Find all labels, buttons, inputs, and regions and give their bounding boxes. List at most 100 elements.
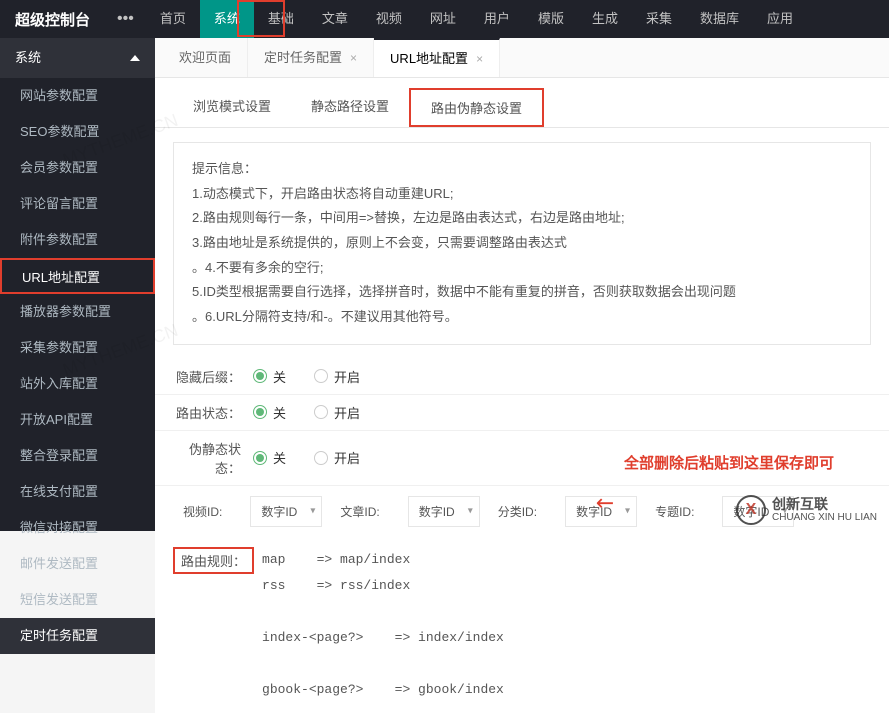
subtabs: 浏览模式设置 静态路径设置 路由伪静态设置 xyxy=(155,78,889,128)
subtab-browse-mode[interactable]: 浏览模式设置 xyxy=(173,88,291,127)
more-dots-icon[interactable]: ••• xyxy=(105,10,146,28)
topnav-url[interactable]: 网址 xyxy=(416,0,470,38)
radio-label: 关 xyxy=(273,448,286,467)
topnav-collect[interactable]: 采集 xyxy=(632,0,686,38)
sidebar-item-email[interactable]: 邮件发送配置 xyxy=(0,546,155,582)
caret-down-icon: ▾ xyxy=(625,506,630,517)
id-label-article: 文章ID: xyxy=(330,497,403,526)
topnav-template[interactable]: 模版 xyxy=(524,0,578,38)
radio-icon xyxy=(253,451,267,465)
sidebar-header[interactable]: 系统 xyxy=(0,38,155,78)
info-line: 3.路由地址是系统提供的，原则上不会变，只需要调整路由表达式 xyxy=(192,231,852,256)
tab-cron-config[interactable]: 定时任务配置× xyxy=(248,38,374,77)
id-group-video: 视频ID: 数字ID▾ xyxy=(173,496,322,527)
info-line: 5.ID类型根据需要自行选择，选择拼音时，数据中不能有重复的拼音，否则获取数据会… xyxy=(192,280,852,305)
radio-icon xyxy=(314,405,328,419)
topbar: 超级控制台 ••• 首页 系统 基础 文章 视频 网址 用户 模版 生成 采集 … xyxy=(0,0,889,38)
label-route-state: 路由状态： xyxy=(173,403,253,422)
sidebar-item-site-params[interactable]: 网站参数配置 xyxy=(0,78,155,114)
sidebar-item-external[interactable]: 站外入库配置 xyxy=(0,366,155,402)
tab-label: URL地址配置 xyxy=(390,39,468,79)
info-title: 提示信息： xyxy=(192,157,852,182)
sidebar-item-player[interactable]: 播放器参数配置 xyxy=(0,294,155,330)
sidebar-item-payment[interactable]: 在线支付配置 xyxy=(0,474,155,510)
page-tabs: 欢迎页面 定时任务配置× URL地址配置× xyxy=(155,38,889,78)
label-hide-suffix: 隐藏后缀： xyxy=(173,367,253,386)
row-route-rules: 路由规则： map => map/index rss => rss/index … xyxy=(155,537,889,713)
radio-off[interactable]: 关 xyxy=(253,403,286,422)
topnav-generate[interactable]: 生成 xyxy=(578,0,632,38)
topnav-article[interactable]: 文章 xyxy=(308,0,362,38)
info-line: 1.动态模式下，开启路由状态将自动重建URL; xyxy=(192,182,852,207)
logo-icon: X xyxy=(736,495,766,525)
info-box: 提示信息： 1.动态模式下，开启路由状态将自动重建URL; 2.路由规则每行一条… xyxy=(173,142,871,345)
sidebar-item-seo[interactable]: SEO参数配置 xyxy=(0,114,155,150)
radio-group: 关 开启 xyxy=(253,367,360,386)
caret-down-icon: ▾ xyxy=(468,506,473,517)
radio-icon xyxy=(314,369,328,383)
topnav-app[interactable]: 应用 xyxy=(753,0,807,38)
topnav-home[interactable]: 首页 xyxy=(146,0,200,38)
sidebar-item-login[interactable]: 整合登录配置 xyxy=(0,438,155,474)
radio-label: 开启 xyxy=(334,448,360,467)
radio-label: 关 xyxy=(273,403,286,422)
info-line: 。4.不要有多余的空行; xyxy=(192,256,852,281)
close-icon[interactable]: × xyxy=(476,39,483,79)
sidebar-item-api[interactable]: 开放API配置 xyxy=(0,402,155,438)
subtab-static-path[interactable]: 静态路径设置 xyxy=(291,88,409,127)
id-select-video[interactable]: 数字ID▾ xyxy=(250,496,322,527)
logo-text: 创新互联 CHUANG XIN HU LIAN xyxy=(772,496,877,525)
radio-on[interactable]: 开启 xyxy=(314,448,360,467)
sidebar-item-attachment[interactable]: 附件参数配置 xyxy=(0,222,155,258)
info-line: 。6.URL分隔符支持/和-。不建议用其他符号。 xyxy=(192,305,852,330)
topnav-user[interactable]: 用户 xyxy=(470,0,524,38)
radio-label: 开启 xyxy=(334,367,360,386)
logo-name: 创新互联 xyxy=(772,496,877,513)
brand-title: 超级控制台 xyxy=(0,9,105,30)
highlight-box-topnav xyxy=(237,0,285,37)
caret-down-icon: ▾ xyxy=(310,506,315,517)
collapse-icon xyxy=(130,55,140,61)
sidebar-item-cron[interactable]: 定时任务配置 xyxy=(0,618,155,654)
subtab-route-pseudo[interactable]: 路由伪静态设置 xyxy=(409,88,544,127)
sidebar-item-wechat[interactable]: 微信对接配置 xyxy=(0,510,155,546)
content-panel: 浏览模式设置 静态路径设置 路由伪静态设置 提示信息： 1.动态模式下，开启路由… xyxy=(155,78,889,713)
sidebar-item-collect[interactable]: 采集参数配置 xyxy=(0,330,155,366)
row-hide-suffix: 隐藏后缀： 关 开启 xyxy=(155,359,889,395)
radio-group: 关 开启 xyxy=(253,448,360,467)
row-route-state: 路由状态： 关 开启 xyxy=(155,395,889,431)
radio-off[interactable]: 关 xyxy=(253,367,286,386)
id-label-topic: 专题ID: xyxy=(645,497,718,526)
radio-on[interactable]: 开启 xyxy=(314,403,360,422)
sidebar: 系统 网站参数配置 SEO参数配置 会员参数配置 评论留言配置 附件参数配置 U… xyxy=(0,38,155,531)
tab-label: 定时任务配置 xyxy=(264,38,342,78)
id-group-article: 文章ID: 数字ID▾ xyxy=(330,496,479,527)
annotation-text: 全部删除后粘贴到这里保存即可 xyxy=(624,452,834,473)
sidebar-item-url-config[interactable]: URL地址配置 xyxy=(0,258,155,294)
radio-group: 关 开启 xyxy=(253,403,360,422)
tab-welcome[interactable]: 欢迎页面 xyxy=(163,38,248,77)
topnav-video[interactable]: 视频 xyxy=(362,0,416,38)
sidebar-item-sms[interactable]: 短信发送配置 xyxy=(0,582,155,618)
route-rules-textarea[interactable]: map => map/index rss => rss/index index-… xyxy=(262,547,504,703)
sidebar-item-comment[interactable]: 评论留言配置 xyxy=(0,186,155,222)
logo-sub: CHUANG XIN HU LIAN xyxy=(772,512,877,524)
id-select-article[interactable]: 数字ID▾ xyxy=(408,496,480,527)
id-label-category: 分类ID: xyxy=(488,497,561,526)
radio-icon xyxy=(253,405,267,419)
label-route-rules: 路由规则： xyxy=(173,547,254,574)
id-label-video: 视频ID: xyxy=(173,497,246,526)
topnav-database[interactable]: 数据库 xyxy=(686,0,753,38)
close-icon[interactable]: × xyxy=(350,38,357,78)
radio-on[interactable]: 开启 xyxy=(314,367,360,386)
tab-label: 欢迎页面 xyxy=(179,38,231,78)
radio-off[interactable]: 关 xyxy=(253,448,286,467)
logo-watermark: X 创新互联 CHUANG XIN HU LIAN xyxy=(736,495,877,525)
sidebar-header-label: 系统 xyxy=(15,38,41,78)
radio-label: 关 xyxy=(273,367,286,386)
info-line: 2.路由规则每行一条，中间用=>替换，左边是路由表达式，右边是路由地址; xyxy=(192,206,852,231)
sidebar-item-member[interactable]: 会员参数配置 xyxy=(0,150,155,186)
radio-icon xyxy=(253,369,267,383)
tab-url-config[interactable]: URL地址配置× xyxy=(374,38,500,77)
label-pseudo-state: 伪静态状态： xyxy=(173,439,253,477)
